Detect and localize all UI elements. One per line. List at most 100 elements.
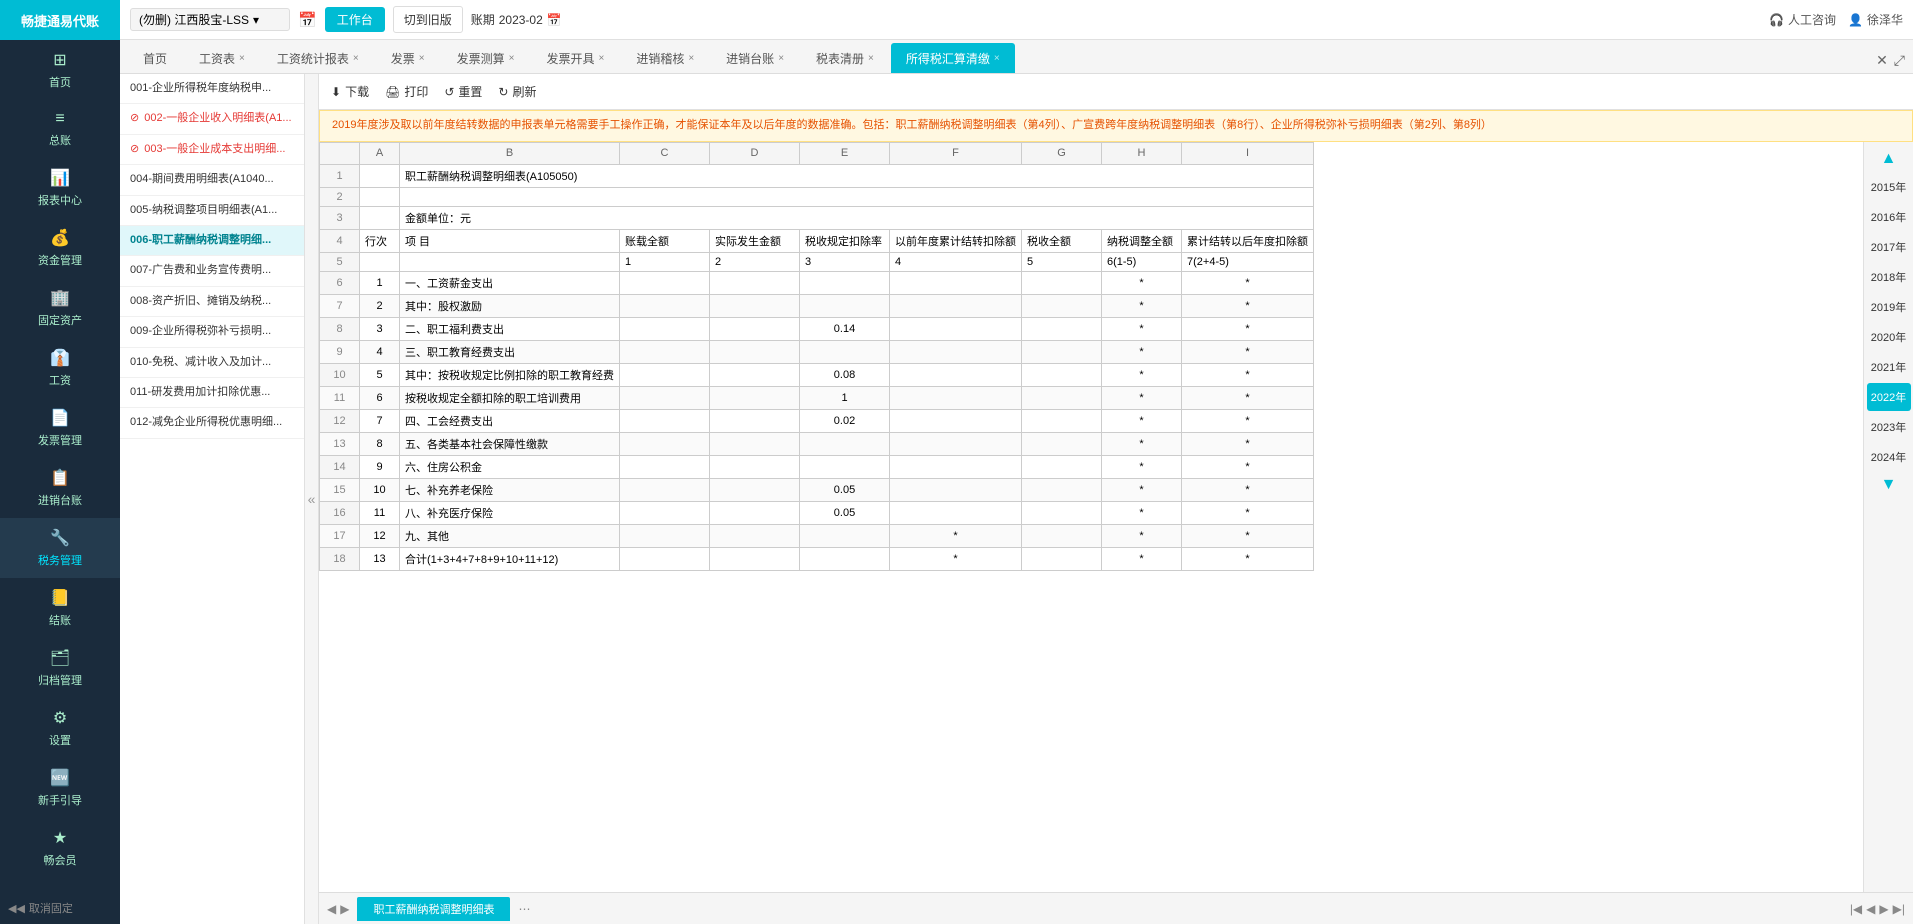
sidebar-item-archive[interactable]: 🗂 归档管理 bbox=[0, 638, 120, 698]
sheet-scroll-right[interactable]: ▶ bbox=[340, 902, 349, 916]
year-scroll-down[interactable]: ▼ bbox=[1877, 472, 1901, 498]
cell-c7-2[interactable]: * bbox=[1182, 294, 1314, 317]
cell-c5-13[interactable] bbox=[1022, 547, 1102, 570]
cell-c3-6[interactable]: 1 bbox=[800, 386, 890, 409]
left-item-001[interactable]: 001-企业所得税年度纳税申... bbox=[120, 74, 304, 104]
tab-invoice-calc[interactable]: 发票测算 × bbox=[442, 43, 530, 73]
scroll-right-icon[interactable]: ▶ bbox=[1879, 902, 1888, 916]
cell-c2-1[interactable] bbox=[710, 271, 800, 294]
user-avatar[interactable]: 👤 徐泽华 bbox=[1848, 11, 1903, 28]
cell-item-2[interactable]: 其中：股权激励 bbox=[400, 294, 620, 317]
cell-c3-11[interactable]: 0.05 bbox=[800, 501, 890, 524]
cell-c7-6[interactable]: * bbox=[1182, 386, 1314, 409]
sidebar-item-reports[interactable]: 📊 报表中心 bbox=[0, 158, 120, 218]
sidebar-item-invoice[interactable]: 📄 发票管理 bbox=[0, 398, 120, 458]
tab-expand-icon[interactable]: ⤢ bbox=[1894, 52, 1905, 69]
tab-purchase-check[interactable]: 进销稽核 × bbox=[621, 43, 709, 73]
tab-invoice[interactable]: 发票 × bbox=[376, 43, 440, 73]
cell-c6-7[interactable]: * bbox=[1102, 409, 1182, 432]
year-scroll-up[interactable]: ▲ bbox=[1877, 146, 1901, 172]
cell-c3-12[interactable] bbox=[800, 524, 890, 547]
cell-c6-5[interactable]: * bbox=[1102, 363, 1182, 386]
year-2023[interactable]: 2023年 bbox=[1867, 413, 1911, 441]
sidebar-item-tax[interactable]: 🔧 税务管理 bbox=[0, 518, 120, 578]
tab-invoice-issue-close[interactable]: × bbox=[598, 53, 604, 64]
cell-item-3[interactable]: 二、职工福利费支出 bbox=[400, 317, 620, 340]
year-2022[interactable]: 2022年 bbox=[1867, 383, 1911, 411]
tab-annual-tax-close[interactable]: × bbox=[994, 53, 1000, 64]
year-2018[interactable]: 2018年 bbox=[1867, 263, 1911, 291]
cell-c4-3[interactable] bbox=[890, 317, 1022, 340]
cell-c1-5[interactable] bbox=[620, 363, 710, 386]
cell-item-5[interactable]: 其中：按税收规定比例扣除的职工教育经费 bbox=[400, 363, 620, 386]
reset-btn[interactable]: ↺ 重置 bbox=[444, 83, 482, 100]
cell-c6-8[interactable]: * bbox=[1102, 432, 1182, 455]
company-selector[interactable]: (勿删) 江西股宝-LSS ▾ bbox=[130, 8, 290, 31]
cell-c5-12[interactable] bbox=[1022, 524, 1102, 547]
cell-c2-8[interactable] bbox=[710, 432, 800, 455]
cell-c2-5[interactable] bbox=[710, 363, 800, 386]
cell-c1-10[interactable] bbox=[620, 478, 710, 501]
cell-c4-7[interactable] bbox=[890, 409, 1022, 432]
spreadsheet-wrapper[interactable]: A B C D E F G H I bbox=[319, 142, 1863, 892]
cell-seq-4[interactable]: 4 bbox=[360, 340, 400, 363]
cell-c3-13[interactable] bbox=[800, 547, 890, 570]
left-item-007[interactable]: 007-广告费和业务宣传费明... bbox=[120, 256, 304, 286]
switch-mode-button[interactable]: 切到旧版 bbox=[393, 6, 463, 33]
tab-salary-close[interactable]: × bbox=[239, 53, 245, 64]
cell-c3-1[interactable] bbox=[800, 271, 890, 294]
cell-c1-13[interactable] bbox=[620, 547, 710, 570]
sidebar-item-settings[interactable]: ⚙ 设置 bbox=[0, 698, 120, 758]
cell-c7-5[interactable]: * bbox=[1182, 363, 1314, 386]
cell-item-7[interactable]: 四、工会经费支出 bbox=[400, 409, 620, 432]
cell-c4-12[interactable]: * bbox=[890, 524, 1022, 547]
cell-seq-8[interactable]: 8 bbox=[360, 432, 400, 455]
cell-seq-3[interactable]: 3 bbox=[360, 317, 400, 340]
scroll-left-icon[interactable]: ◀ bbox=[1866, 902, 1875, 916]
cell-c6-2[interactable]: * bbox=[1102, 294, 1182, 317]
year-2015[interactable]: 2015年 bbox=[1867, 173, 1911, 201]
cell-c7-13[interactable]: * bbox=[1182, 547, 1314, 570]
cell-c5-5[interactable] bbox=[1022, 363, 1102, 386]
cell-c4-5[interactable] bbox=[890, 363, 1022, 386]
year-2019[interactable]: 2019年 bbox=[1867, 293, 1911, 321]
workspace-button[interactable]: 工作台 bbox=[325, 7, 385, 32]
cell-c4-6[interactable] bbox=[890, 386, 1022, 409]
year-2020[interactable]: 2020年 bbox=[1867, 323, 1911, 351]
sidebar-item-home[interactable]: ⊞ 首页 bbox=[0, 40, 120, 100]
cell-c4-10[interactable] bbox=[890, 478, 1022, 501]
left-item-009[interactable]: 009-企业所得税弥补亏损明... bbox=[120, 317, 304, 347]
cell-c5-11[interactable] bbox=[1022, 501, 1102, 524]
cell-c7-1[interactable]: * bbox=[1182, 271, 1314, 294]
download-btn[interactable]: ⬇ 下载 bbox=[331, 83, 369, 100]
cell-c4-2[interactable] bbox=[890, 294, 1022, 317]
cell-seq-7[interactable]: 7 bbox=[360, 409, 400, 432]
cell-c4-9[interactable] bbox=[890, 455, 1022, 478]
left-item-008[interactable]: 008-资产折旧、摊销及纳税... bbox=[120, 287, 304, 317]
cell-c1-6[interactable] bbox=[620, 386, 710, 409]
left-item-006[interactable]: 006-职工薪酬纳税调整明细... bbox=[120, 226, 304, 256]
sidebar-item-salary[interactable]: 👔 工资 bbox=[0, 338, 120, 398]
cell-seq-9[interactable]: 9 bbox=[360, 455, 400, 478]
cell-c6-6[interactable]: * bbox=[1102, 386, 1182, 409]
left-item-003[interactable]: ⊘ 003-一般企业成本支出明细... bbox=[120, 135, 304, 165]
cell-seq-1[interactable]: 1 bbox=[360, 271, 400, 294]
tab-invoice-close[interactable]: × bbox=[419, 53, 425, 64]
cell-c4-11[interactable] bbox=[890, 501, 1022, 524]
cell-c2-9[interactable] bbox=[710, 455, 800, 478]
cell-item-9[interactable]: 六、住房公积金 bbox=[400, 455, 620, 478]
cell-item-12[interactable]: 九、其他 bbox=[400, 524, 620, 547]
cell-c7-8[interactable]: * bbox=[1182, 432, 1314, 455]
cell-c1-3[interactable] bbox=[620, 317, 710, 340]
tab-salary-stats-close[interactable]: × bbox=[353, 53, 359, 64]
cell-c7-10[interactable]: * bbox=[1182, 478, 1314, 501]
left-item-004[interactable]: 004-期间费用明细表(A1040... bbox=[120, 165, 304, 195]
cell-c6-3[interactable]: * bbox=[1102, 317, 1182, 340]
left-item-002[interactable]: ⊘ 002-一般企业收入明细表(A1... bbox=[120, 104, 304, 134]
cell-seq-13[interactable]: 13 bbox=[360, 547, 400, 570]
cell-seq-5[interactable]: 5 bbox=[360, 363, 400, 386]
sidebar-item-finance[interactable]: 💰 资金管理 bbox=[0, 218, 120, 278]
year-2021[interactable]: 2021年 bbox=[1867, 353, 1911, 381]
cell-c1-11[interactable] bbox=[620, 501, 710, 524]
cell-item-4[interactable]: 三、职工教育经费支出 bbox=[400, 340, 620, 363]
